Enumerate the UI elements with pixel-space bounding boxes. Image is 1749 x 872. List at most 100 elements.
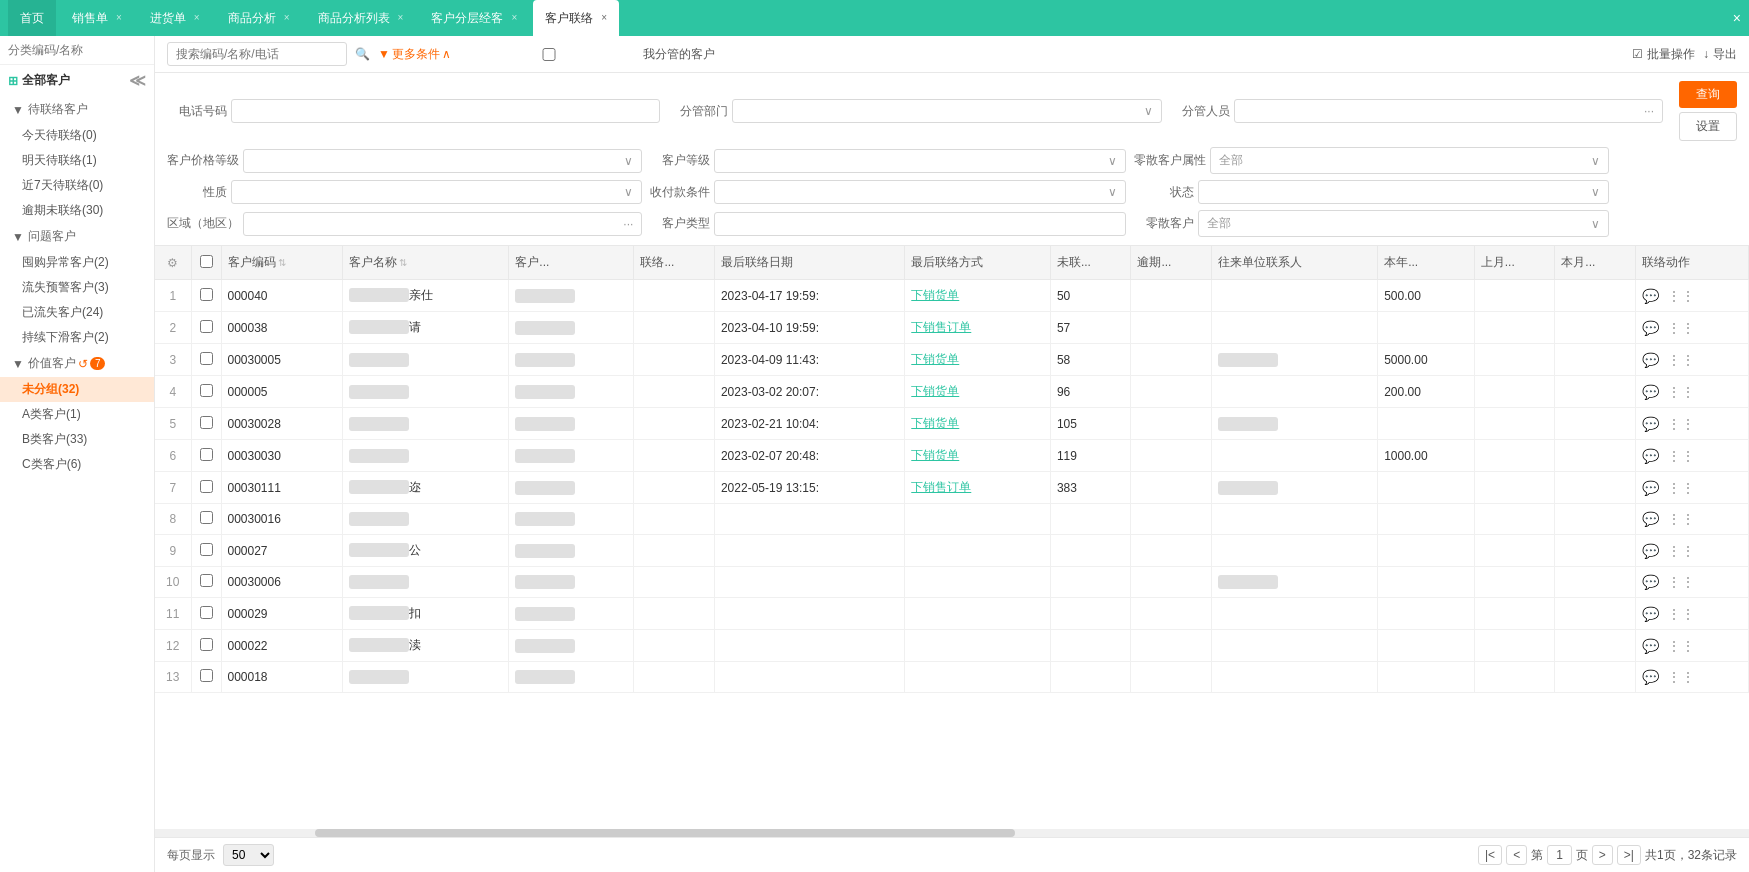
tab-customer-tier-close[interactable]: × [511, 0, 517, 36]
more-icon[interactable]: ⋮⋮ [1667, 480, 1695, 496]
search-input[interactable] [167, 42, 347, 66]
dept-input[interactable]: ∨ [732, 99, 1161, 123]
tab-purchase[interactable]: 进货单 × [138, 0, 212, 36]
row-actions[interactable]: 💬 ⋮⋮ [1635, 662, 1748, 693]
tab-sales-close[interactable]: × [116, 0, 122, 36]
contact-icon[interactable]: 💬 [1642, 416, 1659, 432]
th-check[interactable] [191, 246, 221, 280]
sidebar-item-warning[interactable]: 流失预警客户(3) [0, 275, 154, 300]
more-icon[interactable]: ⋮⋮ [1667, 320, 1695, 336]
row-actions[interactable]: 💬 ⋮⋮ [1635, 567, 1748, 598]
price-grade-input[interactable]: ∨ [243, 149, 642, 173]
row-checkbox[interactable] [200, 416, 213, 429]
status-input[interactable]: ∨ [1198, 180, 1609, 204]
row-check[interactable] [191, 280, 221, 312]
row-checkbox[interactable] [200, 638, 213, 651]
sidebar-item-a-class[interactable]: A类客户(1) [0, 402, 154, 427]
tab-customer-contact[interactable]: 客户联络 × [533, 0, 619, 36]
contact-icon[interactable]: 💬 [1642, 606, 1659, 622]
my-customers-check[interactable] [459, 48, 639, 61]
row-checkbox[interactable] [200, 384, 213, 397]
tab-analysis-list-close[interactable]: × [398, 0, 404, 36]
sidebar-item-declining[interactable]: 持续下滑客户(2) [0, 325, 154, 350]
sidebar-item-week-pending[interactable]: 近7天待联络(0) [0, 173, 154, 198]
row-check[interactable] [191, 344, 221, 376]
payment-input[interactable]: ∨ [714, 180, 1125, 204]
settings-icon[interactable]: ⚙ [167, 256, 178, 270]
more-icon[interactable]: ⋮⋮ [1667, 416, 1695, 432]
prev-page-btn[interactable]: < [1506, 845, 1527, 865]
row-checkbox[interactable] [200, 574, 213, 587]
more-icon[interactable]: ⋮⋮ [1667, 448, 1695, 464]
sidebar-group-pending[interactable]: ▼ 待联络客户 [0, 96, 154, 123]
contact-icon[interactable]: 💬 [1642, 511, 1659, 527]
sidebar-item-b-class[interactable]: B类客户(33) [0, 427, 154, 452]
th-settings[interactable]: ⚙ [155, 246, 191, 280]
sidebar-item-overdue[interactable]: 逾期未联络(30) [0, 198, 154, 223]
batch-op-btn[interactable]: ☑ 批量操作 [1632, 46, 1695, 63]
row-actions[interactable]: 💬 ⋮⋮ [1635, 408, 1748, 440]
row-check[interactable] [191, 408, 221, 440]
reset-button[interactable]: 设置 [1679, 112, 1737, 141]
more-icon[interactable]: ⋮⋮ [1667, 288, 1695, 304]
close-all-tabs[interactable]: × [1733, 10, 1741, 26]
more-icon[interactable]: ⋮⋮ [1667, 669, 1695, 685]
contact-icon[interactable]: 💬 [1642, 288, 1659, 304]
row-actions[interactable]: 💬 ⋮⋮ [1635, 344, 1748, 376]
row-checkbox[interactable] [200, 288, 213, 301]
tab-analysis-close[interactable]: × [284, 0, 290, 36]
grade-input[interactable]: ∨ [714, 149, 1125, 173]
tab-sales[interactable]: 销售单 × [60, 0, 134, 36]
scroll-thumb[interactable] [315, 829, 1015, 837]
person-input[interactable]: ··· [1234, 99, 1663, 123]
row-actions[interactable]: 💬 ⋮⋮ [1635, 376, 1748, 408]
row-actions[interactable]: 💬 ⋮⋮ [1635, 598, 1748, 630]
sidebar-search-input[interactable] [8, 43, 155, 57]
query-button[interactable]: 查询 [1679, 81, 1737, 108]
th-name[interactable]: 客户名称 ⇅ [343, 246, 509, 280]
sidebar-group-value[interactable]: ▼ 价值客户 ↺ 7 [0, 350, 154, 377]
tab-purchase-close[interactable]: × [194, 0, 200, 36]
row-check[interactable] [191, 630, 221, 662]
zero-attr-input[interactable]: 全部 ∨ [1210, 147, 1609, 174]
sidebar-item-ungroup[interactable]: 未分组(32) [0, 377, 154, 402]
row-check[interactable] [191, 312, 221, 344]
row-checkbox[interactable] [200, 320, 213, 333]
zero-input[interactable]: 全部 ∨ [1198, 210, 1609, 237]
contact-icon[interactable]: 💬 [1642, 352, 1659, 368]
region-input[interactable]: ··· [243, 212, 642, 236]
row-checkbox[interactable] [200, 543, 213, 556]
more-conditions-link[interactable]: ▼ 更多条件 ∧ [378, 46, 451, 63]
row-actions[interactable]: 💬 ⋮⋮ [1635, 504, 1748, 535]
row-actions[interactable]: 💬 ⋮⋮ [1635, 472, 1748, 504]
row-check[interactable] [191, 440, 221, 472]
tab-analysis[interactable]: 商品分析 × [216, 0, 302, 36]
phone-input[interactable] [231, 99, 660, 123]
row-actions[interactable]: 💬 ⋮⋮ [1635, 312, 1748, 344]
row-checkbox[interactable] [200, 480, 213, 493]
more-icon[interactable]: ⋮⋮ [1667, 511, 1695, 527]
contact-icon[interactable]: 💬 [1642, 480, 1659, 496]
search-button[interactable]: 🔍 [355, 47, 370, 61]
row-checkbox[interactable] [200, 511, 213, 524]
tab-home[interactable]: 首页 [8, 0, 56, 36]
sidebar-group-problem[interactable]: ▼ 问题客户 [0, 223, 154, 250]
row-checkbox[interactable] [200, 352, 213, 365]
horizontal-scrollbar[interactable] [155, 829, 1749, 837]
contact-icon[interactable]: 💬 [1642, 448, 1659, 464]
row-check[interactable] [191, 535, 221, 567]
contact-icon[interactable]: 💬 [1642, 574, 1659, 590]
more-icon[interactable]: ⋮⋮ [1667, 352, 1695, 368]
row-checkbox[interactable] [200, 669, 213, 682]
my-customers-checkbox[interactable]: 我分管的客户 [459, 46, 715, 63]
contact-icon[interactable]: 💬 [1642, 384, 1659, 400]
value-refresh-icon[interactable]: ↺ [78, 357, 88, 371]
row-actions[interactable]: 💬 ⋮⋮ [1635, 440, 1748, 472]
more-icon[interactable]: ⋮⋮ [1667, 384, 1695, 400]
tab-customer-tier[interactable]: 客户分层经客 × [419, 0, 529, 36]
row-checkbox[interactable] [200, 448, 213, 461]
more-icon[interactable]: ⋮⋮ [1667, 574, 1695, 590]
contact-icon[interactable]: 💬 [1642, 320, 1659, 336]
row-actions[interactable]: 💬 ⋮⋮ [1635, 630, 1748, 662]
export-btn[interactable]: ↓ 导出 [1703, 46, 1737, 63]
